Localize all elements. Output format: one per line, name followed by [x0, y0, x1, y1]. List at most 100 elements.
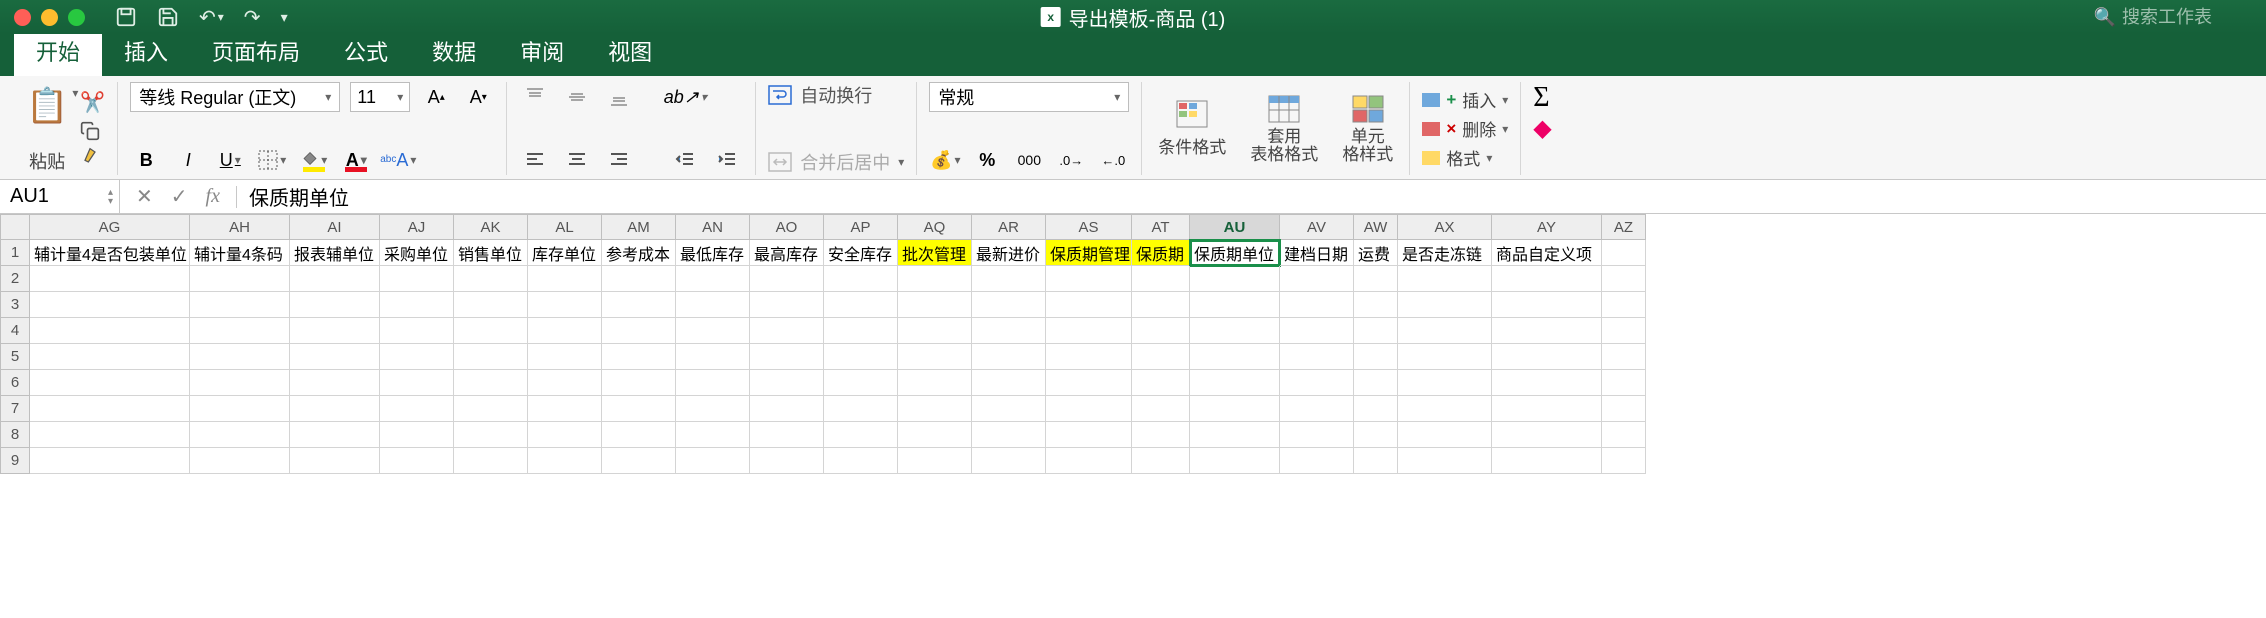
row-header[interactable]: 2: [0, 266, 30, 292]
redo-icon[interactable]: ↷: [244, 5, 261, 30]
qat-customize-icon[interactable]: ▾: [281, 9, 288, 26]
cell[interactable]: [1132, 318, 1190, 344]
cell[interactable]: [30, 370, 190, 396]
cell[interactable]: [290, 292, 380, 318]
cell[interactable]: [1602, 318, 1646, 344]
cell[interactable]: [528, 266, 602, 292]
cell[interactable]: [602, 422, 676, 448]
cell[interactable]: [824, 422, 898, 448]
confirm-formula-icon[interactable]: ✓: [171, 184, 188, 209]
cell[interactable]: 报表辅单位: [290, 240, 380, 266]
cell[interactable]: [190, 318, 290, 344]
close-window-button[interactable]: [14, 9, 31, 26]
borders-button[interactable]: ▾: [256, 145, 288, 175]
row-header[interactable]: 4: [0, 318, 30, 344]
cell[interactable]: [972, 318, 1046, 344]
search-box[interactable]: 🔍: [2094, 7, 2252, 28]
cell[interactable]: [190, 448, 290, 474]
cell[interactable]: [1602, 292, 1646, 318]
cell[interactable]: [824, 292, 898, 318]
cell[interactable]: [824, 370, 898, 396]
column-header[interactable]: AL: [528, 214, 602, 240]
cell[interactable]: [898, 448, 972, 474]
cell[interactable]: [1602, 370, 1646, 396]
cell[interactable]: [454, 448, 528, 474]
search-input[interactable]: [2122, 7, 2252, 28]
cell[interactable]: [972, 396, 1046, 422]
column-header[interactable]: AX: [1398, 214, 1492, 240]
cell[interactable]: [898, 370, 972, 396]
cell[interactable]: [30, 396, 190, 422]
cell[interactable]: [1354, 448, 1398, 474]
cell[interactable]: [1046, 344, 1132, 370]
cell[interactable]: [1602, 344, 1646, 370]
bold-button[interactable]: B: [130, 145, 162, 175]
underline-button[interactable]: U▾: [214, 145, 246, 175]
table-format-button[interactable]: 套用 表格格式: [1246, 92, 1322, 166]
minimize-window-button[interactable]: [41, 9, 58, 26]
cell[interactable]: [454, 266, 528, 292]
cell[interactable]: [30, 422, 190, 448]
cell[interactable]: [1046, 266, 1132, 292]
cell[interactable]: [380, 318, 454, 344]
cell[interactable]: [454, 318, 528, 344]
percent-icon[interactable]: %: [971, 145, 1003, 175]
cell[interactable]: [898, 396, 972, 422]
column-header[interactable]: AP: [824, 214, 898, 240]
cell[interactable]: [1132, 448, 1190, 474]
cell[interactable]: [528, 370, 602, 396]
wrap-text-button[interactable]: 自动换行: [768, 82, 904, 108]
cell[interactable]: [1280, 370, 1354, 396]
cell[interactable]: [676, 266, 750, 292]
row-header[interactable]: 8: [0, 422, 30, 448]
cell[interactable]: [380, 422, 454, 448]
save-icon[interactable]: [157, 6, 179, 28]
cell[interactable]: [602, 344, 676, 370]
cell[interactable]: [602, 292, 676, 318]
increase-indent-icon[interactable]: [711, 145, 743, 175]
cell[interactable]: [750, 266, 824, 292]
orientation-icon[interactable]: ab↗▾: [669, 82, 701, 112]
select-all-corner[interactable]: [0, 214, 30, 240]
cell[interactable]: [190, 266, 290, 292]
cell[interactable]: [1354, 266, 1398, 292]
cell[interactable]: [290, 344, 380, 370]
cell[interactable]: [824, 318, 898, 344]
column-header[interactable]: AU: [1190, 214, 1280, 240]
cell[interactable]: [1280, 344, 1354, 370]
cell[interactable]: [1354, 396, 1398, 422]
column-header[interactable]: AQ: [898, 214, 972, 240]
cell[interactable]: [290, 422, 380, 448]
cell[interactable]: [972, 448, 1046, 474]
cell[interactable]: 运费: [1354, 240, 1398, 266]
cell[interactable]: [30, 344, 190, 370]
cut-icon[interactable]: ✂️: [80, 90, 105, 115]
column-header[interactable]: AO: [750, 214, 824, 240]
cell[interactable]: [528, 344, 602, 370]
column-header[interactable]: AT: [1132, 214, 1190, 240]
cell[interactable]: [454, 344, 528, 370]
cell[interactable]: [1354, 370, 1398, 396]
cell[interactable]: [454, 292, 528, 318]
cell[interactable]: [1190, 266, 1280, 292]
row-header[interactable]: 5: [0, 344, 30, 370]
cell[interactable]: [1398, 344, 1492, 370]
cancel-formula-icon[interactable]: ✕: [136, 184, 153, 209]
autosum-icon[interactable]: Σ: [1533, 82, 1549, 114]
cell[interactable]: [972, 266, 1046, 292]
increase-decimal-icon[interactable]: .0→: [1055, 145, 1087, 175]
cell[interactable]: [1190, 292, 1280, 318]
cell[interactable]: [1398, 448, 1492, 474]
cell[interactable]: [190, 422, 290, 448]
cell-styles-button[interactable]: 单元 格样式: [1338, 92, 1397, 166]
cell[interactable]: [972, 344, 1046, 370]
cell[interactable]: [1492, 318, 1602, 344]
column-header[interactable]: AG: [30, 214, 190, 240]
cell[interactable]: 建档日期: [1280, 240, 1354, 266]
cell[interactable]: [898, 318, 972, 344]
cell[interactable]: [1132, 292, 1190, 318]
formula-input[interactable]: 保质期单位: [237, 182, 349, 211]
cell[interactable]: [1602, 396, 1646, 422]
cell[interactable]: [380, 266, 454, 292]
cell[interactable]: 保质期: [1132, 240, 1190, 266]
